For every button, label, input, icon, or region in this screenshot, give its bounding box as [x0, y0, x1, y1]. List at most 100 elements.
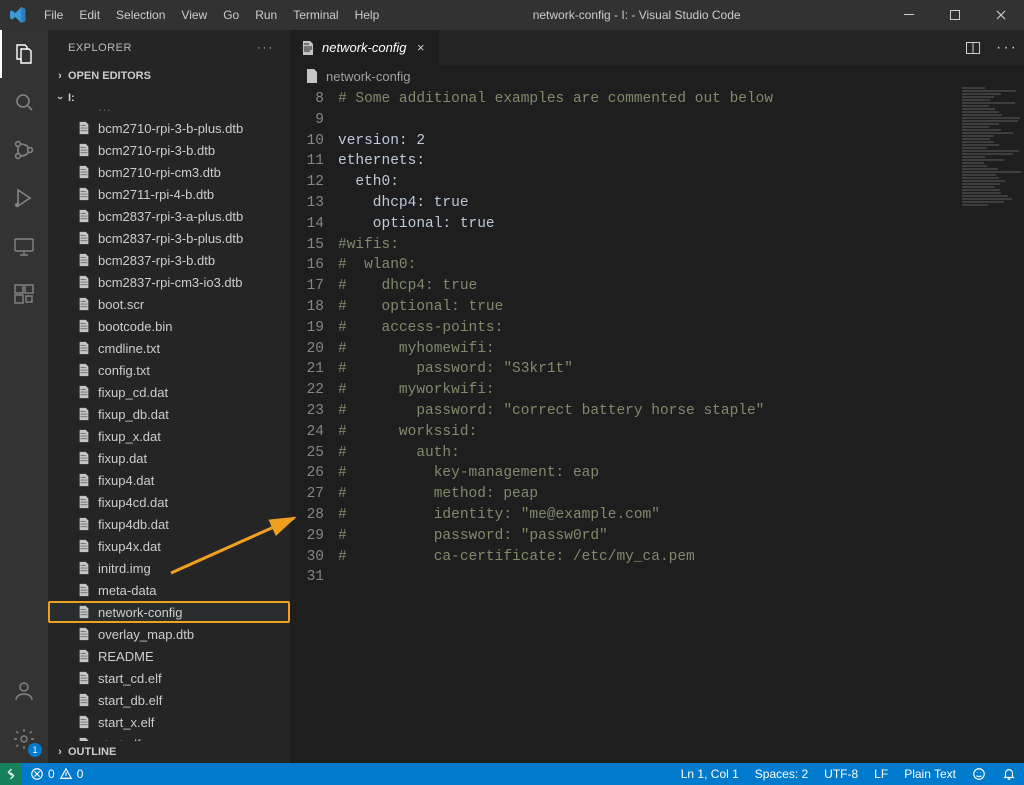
- eol-status[interactable]: LF: [866, 763, 896, 785]
- file-label: start_db.elf: [98, 693, 162, 708]
- menu-go[interactable]: Go: [215, 0, 247, 30]
- menu-file[interactable]: File: [36, 0, 71, 30]
- file-item[interactable]: start_x.elf: [48, 711, 290, 733]
- file-item[interactable]: bcm2711-rpi-4-b.dtb: [48, 183, 290, 205]
- source-control-icon[interactable]: [0, 126, 48, 174]
- file-label: bcm2710-rpi-cm3.dtb: [98, 165, 221, 180]
- file-item[interactable]: bcm2837-rpi-3-b-plus.dtb: [48, 227, 290, 249]
- file-item[interactable]: initrd.img: [48, 557, 290, 579]
- file-item[interactable]: bcm2837-rpi-cm3-io3.dtb: [48, 271, 290, 293]
- split-editor-icon[interactable]: [956, 30, 990, 65]
- errors-count: 0: [48, 767, 55, 781]
- file-icon: [76, 340, 92, 356]
- menu-edit[interactable]: Edit: [71, 0, 108, 30]
- open-editors-section[interactable]: › OPEN EDITORS: [48, 65, 290, 87]
- menu-help[interactable]: Help: [347, 0, 388, 30]
- file-item[interactable]: fixup4x.dat: [48, 535, 290, 557]
- file-item[interactable]: bcm2710-rpi-3-b.dtb: [48, 139, 290, 161]
- explorer-icon[interactable]: [0, 30, 48, 78]
- file-icon: [76, 494, 92, 510]
- file-item[interactable]: fixup4.dat: [48, 469, 290, 491]
- file-item[interactable]: start_cd.elf: [48, 667, 290, 689]
- file-item[interactable]: fixup_x.dat: [48, 425, 290, 447]
- notifications-icon[interactable]: [994, 763, 1024, 785]
- file-item[interactable]: meta-data: [48, 579, 290, 601]
- accounts-icon[interactable]: [0, 667, 48, 715]
- file-label: cmdline.txt: [98, 341, 160, 356]
- file-item[interactable]: start.elf: [48, 733, 290, 741]
- file-item[interactable]: overlay_map.dtb: [48, 623, 290, 645]
- file-item[interactable]: boot.scr: [48, 293, 290, 315]
- file-label: start.elf: [98, 737, 141, 742]
- file-item[interactable]: README: [48, 645, 290, 667]
- file-icon: [76, 626, 92, 642]
- file-item[interactable]: fixup_db.dat: [48, 403, 290, 425]
- file-tree: …bcm2710-rpi-3-b-plus.dtbbcm2710-rpi-3-b…: [48, 109, 290, 741]
- search-icon[interactable]: [0, 78, 48, 126]
- file-label: bcm2837-rpi-3-b-plus.dtb: [98, 231, 243, 246]
- file-icon: [76, 736, 92, 741]
- remote-indicator-icon[interactable]: [0, 763, 22, 785]
- extensions-icon[interactable]: [0, 270, 48, 318]
- file-item[interactable]: fixup4db.dat: [48, 513, 290, 535]
- file-icon: [76, 142, 92, 158]
- outline-section[interactable]: › OUTLINE: [48, 741, 290, 763]
- file-item[interactable]: config.txt: [48, 359, 290, 381]
- menu-terminal[interactable]: Terminal: [285, 0, 346, 30]
- encoding-status[interactable]: UTF-8: [816, 763, 866, 785]
- sidebar-more-icon[interactable]: ···: [257, 42, 274, 54]
- status-bar: 0 0 Ln 1, Col 1 Spaces: 2 UTF-8 LF Plain…: [0, 763, 1024, 785]
- file-item[interactable]: bootcode.bin: [48, 315, 290, 337]
- window-title: network-config - I: - Visual Studio Code: [387, 8, 886, 22]
- file-icon: [76, 296, 92, 312]
- run-debug-icon[interactable]: [0, 174, 48, 222]
- language-mode[interactable]: Plain Text: [896, 763, 964, 785]
- file-item[interactable]: bcm2837-rpi-3-b.dtb: [48, 249, 290, 271]
- file-item[interactable]: network-config: [48, 601, 290, 623]
- tab-label: network-config: [322, 40, 407, 55]
- code-editor[interactable]: 8910111213141516171819202122232425262728…: [290, 87, 1024, 763]
- file-item[interactable]: bcm2710-rpi-3-b-plus.dtb: [48, 117, 290, 139]
- file-icon: [76, 208, 92, 224]
- file-item[interactable]: bcm2710-rpi-cm3.dtb: [48, 161, 290, 183]
- tab-network-config[interactable]: network-config ×: [290, 30, 440, 65]
- menu-view[interactable]: View: [173, 0, 215, 30]
- file-item[interactable]: fixup4cd.dat: [48, 491, 290, 513]
- file-label: bcm2837-rpi-cm3-io3.dtb: [98, 275, 243, 290]
- folder-root-section[interactable]: › I:: [48, 87, 290, 109]
- indentation-status[interactable]: Spaces: 2: [747, 763, 816, 785]
- file-label: fixup.dat: [98, 451, 147, 466]
- feedback-icon[interactable]: [964, 763, 994, 785]
- sidebar-title: EXPLORER: [68, 42, 132, 54]
- file-label: fixup4db.dat: [98, 517, 169, 532]
- minimap[interactable]: [962, 87, 1022, 247]
- maximize-button[interactable]: [932, 0, 978, 30]
- close-button[interactable]: [978, 0, 1024, 30]
- close-tab-icon[interactable]: ×: [413, 40, 429, 56]
- breadcrumb[interactable]: network-config: [290, 65, 1024, 87]
- file-icon: [76, 560, 92, 576]
- file-item[interactable]: start_db.elf: [48, 689, 290, 711]
- editor-group: network-config × ··· network-config 8910…: [290, 30, 1024, 763]
- file-item[interactable]: fixup.dat: [48, 447, 290, 469]
- file-label: fixup_x.dat: [98, 429, 161, 444]
- update-badge: 1: [28, 743, 42, 757]
- minimize-button[interactable]: [886, 0, 932, 30]
- menu-selection[interactable]: Selection: [108, 0, 173, 30]
- file-item[interactable]: fixup_cd.dat: [48, 381, 290, 403]
- remote-explorer-icon[interactable]: [0, 222, 48, 270]
- settings-gear-icon[interactable]: 1: [0, 715, 48, 763]
- chevron-right-icon: ›: [52, 746, 68, 758]
- file-icon: [76, 406, 92, 422]
- file-label: README: [98, 649, 154, 664]
- file-icon: [76, 186, 92, 202]
- file-item[interactable]: cmdline.txt: [48, 337, 290, 359]
- menu-run[interactable]: Run: [247, 0, 285, 30]
- file-icon: [76, 582, 92, 598]
- problems-status[interactable]: 0 0: [22, 763, 91, 785]
- file-item[interactable]: bcm2837-rpi-3-a-plus.dtb: [48, 205, 290, 227]
- editor-more-icon[interactable]: ···: [990, 30, 1024, 65]
- file-icon: [76, 252, 92, 268]
- explorer-sidebar: EXPLORER ··· › OPEN EDITORS › I: …bcm271…: [48, 30, 290, 763]
- cursor-position[interactable]: Ln 1, Col 1: [673, 763, 747, 785]
